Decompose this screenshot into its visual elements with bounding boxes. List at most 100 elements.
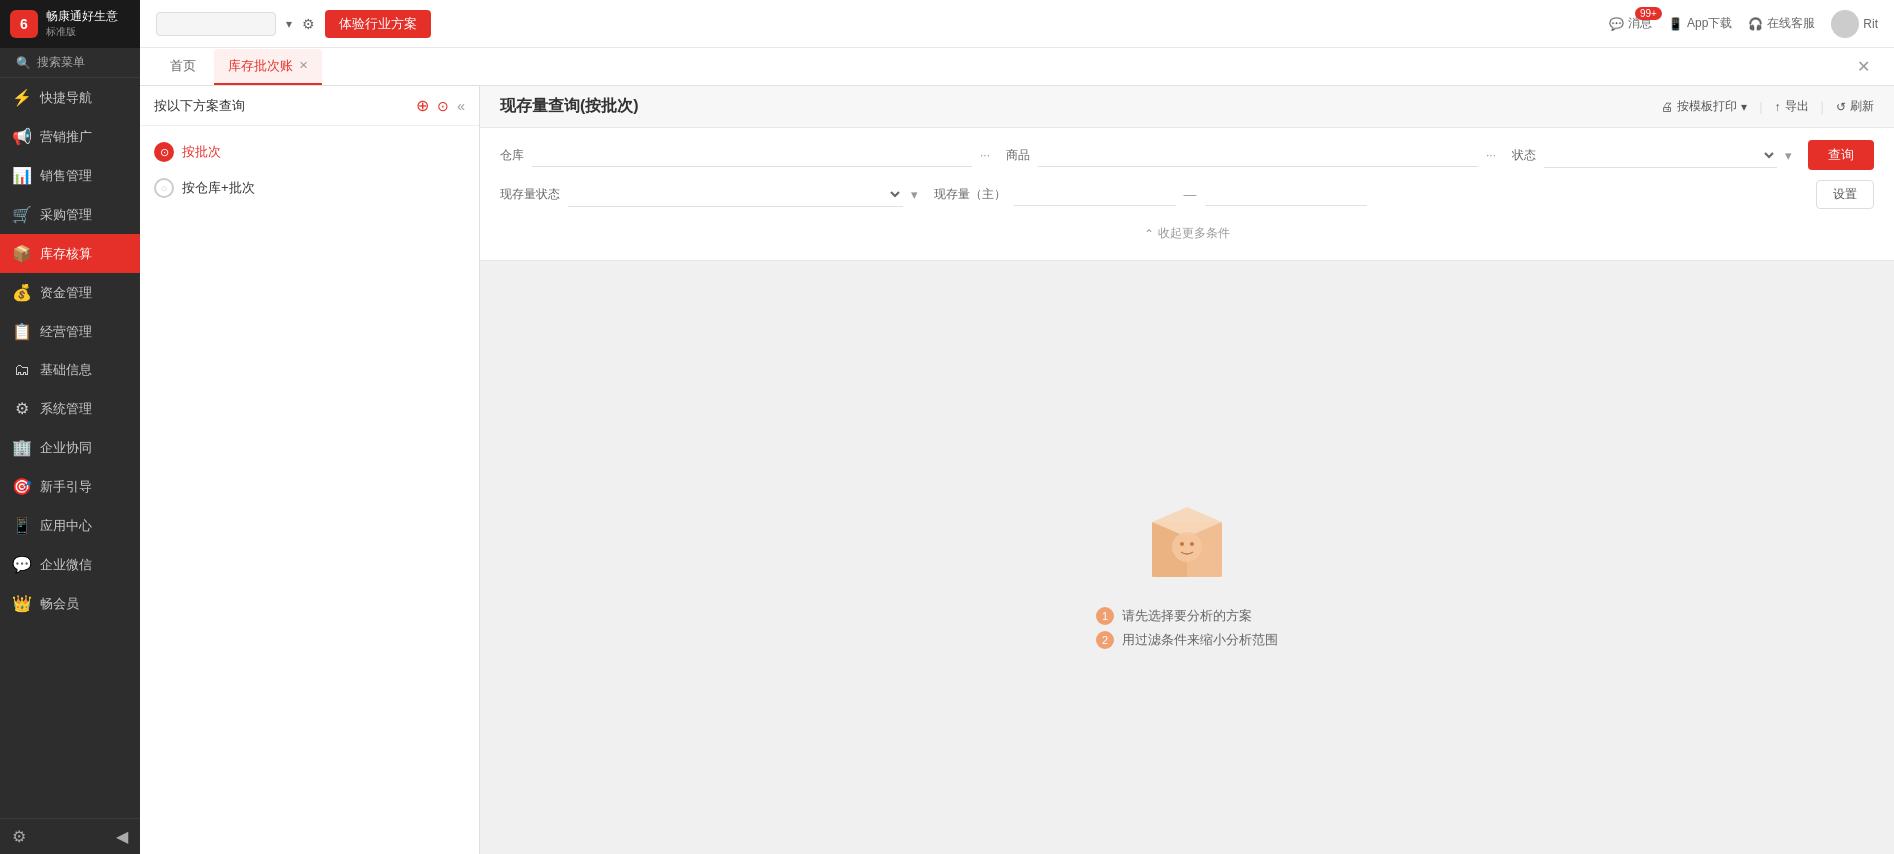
message-icon: 💬 — [1609, 17, 1624, 31]
stock-status-select[interactable] — [568, 182, 903, 207]
empty-tip-2: 2 用过滤条件来缩小分析范围 — [1096, 631, 1278, 649]
print-dropdown-icon[interactable]: ▾ — [1741, 100, 1747, 114]
export-button[interactable]: ↑ 导出 — [1775, 98, 1809, 115]
status-select[interactable] — [1544, 143, 1777, 168]
sidebar-item-xitong[interactable]: ⚙ 系统管理 — [0, 389, 140, 428]
tabs-bar: 首页 库存批次账 ✕ ✕ — [140, 48, 1894, 86]
filter-row-1: 仓库 ··· 商品 ··· 状态 ▾ — [500, 140, 1874, 170]
sidebar-item-jichu[interactable]: 🗂 基础信息 — [0, 351, 140, 389]
nav-icon-yingxiao: 📢 — [12, 127, 32, 146]
collapse-panel-icon[interactable]: « — [457, 98, 465, 114]
try-industry-button[interactable]: 体验行业方案 — [325, 10, 431, 38]
plan-item-cangku-pici[interactable]: ○ 按仓库+批次 — [140, 170, 479, 206]
sidebar-item-zijin[interactable]: 💰 资金管理 — [0, 273, 140, 312]
stock-amount-to-input[interactable] — [1205, 183, 1367, 206]
app-logo: 6 — [10, 10, 38, 38]
empty-illustration-svg — [1127, 467, 1247, 587]
sidebar-item-qiye[interactable]: 🏢 企业协同 — [0, 428, 140, 467]
nav-icon-jichu: 🗂 — [12, 361, 32, 379]
add-plan-icon[interactable]: ⊕ — [416, 96, 429, 115]
sidebar-item-xinshou[interactable]: 🎯 新手引导 — [0, 467, 140, 506]
nav-icon-caigou: 🛒 — [12, 205, 32, 224]
refresh-icon: ↺ — [1836, 100, 1846, 114]
sidebar: 6 畅康通好生意 标准版 🔍 搜索菜单 ⚡ 快捷导航 📢 营销推广 📊 销售管理… — [0, 0, 140, 854]
sidebar-item-qiyewx[interactable]: 💬 企业微信 — [0, 545, 140, 584]
avatar-img — [1831, 10, 1859, 38]
query-button[interactable]: 查询 — [1808, 140, 1874, 170]
nav-icon-zijin: 💰 — [12, 283, 32, 302]
nav-icon-huiyuan: 👑 — [12, 594, 32, 613]
filter-row-2: 现存量状态 ▾ 现存量（主） — 设置 — [500, 180, 1874, 209]
settings-button[interactable]: 设置 — [1816, 180, 1874, 209]
user-avatar[interactable]: Rit — [1831, 10, 1878, 38]
refresh-button[interactable]: ↺ 刷新 — [1836, 98, 1874, 115]
sidebar-item-huiyuan[interactable]: 👑 畅会员 — [0, 584, 140, 623]
page-title-bar: 现存量查询(按批次) 🖨 按模板打印 ▾ | ↑ 导出 | ↺ — [480, 86, 1894, 128]
left-panel: 按以下方案查询 ⊕ ⊙ « ⊙ 按批次 ○ 按仓库+批次 — [140, 86, 480, 854]
product-input[interactable] — [1038, 144, 1478, 167]
print-button[interactable]: 🖨 按模板打印 ▾ — [1661, 98, 1747, 115]
sidebar-item-xiaoshou[interactable]: 📊 销售管理 — [0, 156, 140, 195]
search-menu[interactable]: 🔍 搜索菜单 — [0, 48, 140, 78]
sidebar-bottom: ⚙ ◀ — [0, 818, 140, 854]
product-filter: 商品 ··· — [1006, 144, 1496, 167]
nav-icon-xinshou: 🎯 — [12, 477, 32, 496]
app-download-button[interactable]: 📱 App下载 — [1668, 15, 1732, 32]
sidebar-item-kucun[interactable]: 📦 库存核算 — [0, 234, 140, 273]
plan-item-pici[interactable]: ⊙ 按批次 — [140, 134, 479, 170]
plan-settings-icon[interactable]: ⊙ — [437, 98, 449, 114]
warehouse-more-icon[interactable]: ··· — [980, 148, 990, 162]
page-title: 现存量查询(按批次) — [500, 96, 639, 117]
sidebar-item-jingying[interactable]: 📋 经营管理 — [0, 312, 140, 351]
online-service-button[interactable]: 🎧 在线客服 — [1748, 15, 1815, 32]
tab-close-panel-icon[interactable]: ✕ — [1849, 53, 1878, 80]
nav-icon-jingying: 📋 — [12, 322, 32, 341]
title-actions: 🖨 按模板打印 ▾ | ↑ 导出 | ↺ 刷新 — [1661, 98, 1874, 115]
status-dropdown-icon: ▾ — [1785, 148, 1792, 163]
message-badge: 99+ — [1635, 7, 1662, 20]
topbar-gear-icon[interactable]: ⚙ — [302, 16, 315, 32]
empty-tips: 1 请先选择要分析的方案 2 用过滤条件来缩小分析范围 — [1096, 607, 1278, 649]
stock-amount-from-input[interactable] — [1014, 183, 1176, 206]
warehouse-input[interactable] — [532, 144, 972, 167]
plan-list: ⊙ 按批次 ○ 按仓库+批次 — [140, 126, 479, 214]
svg-point-5 — [1180, 542, 1184, 546]
sidebar-item-kuaijie[interactable]: ⚡ 快捷导航 — [0, 78, 140, 117]
filter-section: 仓库 ··· 商品 ··· 状态 ▾ — [480, 128, 1894, 261]
svg-point-6 — [1190, 542, 1194, 546]
collapse-more-button[interactable]: ⌃ 收起更多条件 — [500, 219, 1874, 248]
sidebar-item-caigou[interactable]: 🛒 采购管理 — [0, 195, 140, 234]
tab-home[interactable]: 首页 — [156, 49, 210, 85]
empty-illustration — [1127, 467, 1247, 587]
sidebar-collapse-icon[interactable]: ◀ — [116, 827, 128, 846]
nav-icon-yingyong: 📱 — [12, 516, 32, 535]
dropdown-arrow-icon[interactable]: ▾ — [286, 17, 292, 31]
sidebar-item-yingyong[interactable]: 📱 应用中心 — [0, 506, 140, 545]
message-button[interactable]: 💬 消息 99+ — [1609, 15, 1652, 32]
tab-kucun-pici[interactable]: 库存批次账 ✕ — [214, 49, 322, 85]
sidebar-settings-icon[interactable]: ⚙ — [12, 827, 26, 846]
empty-state: 1 请先选择要分析的方案 2 用过滤条件来缩小分析范围 — [480, 261, 1894, 854]
product-more-icon[interactable]: ··· — [1486, 148, 1496, 162]
export-icon: ↑ — [1775, 100, 1781, 114]
topbar-right: 💬 消息 99+ 📱 App下载 🎧 在线客服 Rit — [1609, 10, 1878, 38]
sidebar-item-yingxiao[interactable]: 📢 营销推广 — [0, 117, 140, 156]
warehouse-filter: 仓库 ··· — [500, 144, 990, 167]
svg-point-4 — [1172, 532, 1202, 562]
stock-status-dropdown-icon: ▾ — [911, 187, 918, 202]
topbar-left: ▾ ⚙ 体验行业方案 — [156, 10, 1597, 38]
nav-icon-xitong: ⚙ — [12, 399, 32, 418]
nav-icon-kuaijie: ⚡ — [12, 88, 32, 107]
sidebar-header: 6 畅康通好生意 标准版 — [0, 0, 140, 48]
tab-close-icon[interactable]: ✕ — [299, 59, 308, 72]
sidebar-nav: ⚡ 快捷导航 📢 营销推广 📊 销售管理 🛒 采购管理 📦 库存核算 💰 资金管… — [0, 78, 140, 818]
left-panel-header: 按以下方案查询 ⊕ ⊙ « — [140, 86, 479, 126]
search-icon: 🔍 — [16, 56, 31, 70]
plan-icon-pici: ⊙ — [154, 142, 174, 162]
topbar-search-input[interactable] — [156, 12, 276, 36]
chevron-up-icon: ⌃ — [1144, 227, 1154, 241]
stock-status-filter: 现存量状态 ▾ — [500, 182, 918, 207]
status-filter: 状态 ▾ — [1512, 143, 1792, 168]
nav-icon-qiyewx: 💬 — [12, 555, 32, 574]
nav-icon-kucun: 📦 — [12, 244, 32, 263]
